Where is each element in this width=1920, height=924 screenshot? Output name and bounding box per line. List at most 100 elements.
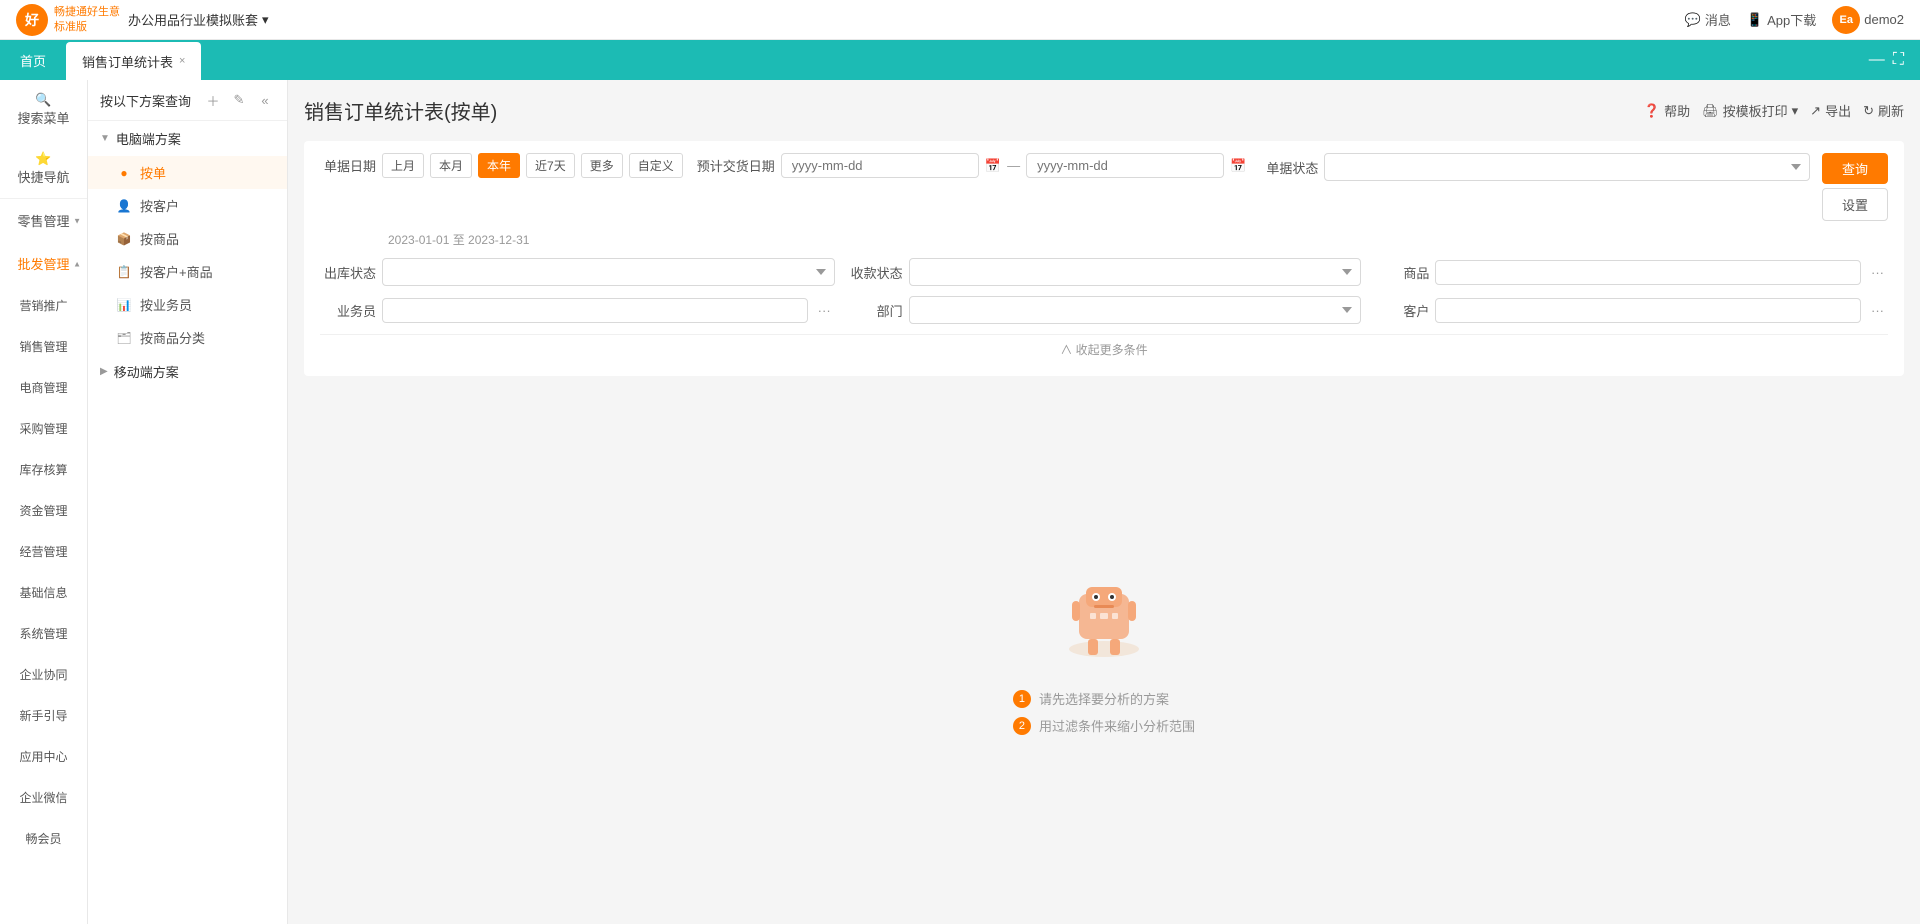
out-status-select[interactable]: [382, 258, 835, 286]
mobile-scheme-label: 移动端方案: [114, 362, 179, 381]
sidebar-item-member[interactable]: 畅会员: [0, 818, 87, 859]
date-picker-icon-1[interactable]: 📅: [985, 158, 1001, 174]
salesman-more-btn[interactable]: ···: [814, 301, 835, 320]
expected-date-label: 预计交货日期: [695, 156, 775, 175]
scheme-item-by-category[interactable]: 🗂 按商品分类: [88, 321, 287, 354]
date-range-display: 2023-01-01 至 2023-12-31: [320, 231, 1888, 248]
tab-maximize-icon[interactable]: ⛶: [1893, 51, 1904, 69]
print-btn[interactable]: 🖨 按模板打印 ▾: [1702, 101, 1798, 120]
sidebar-item-wechat[interactable]: 企业微信: [0, 777, 87, 818]
tab-bar: 首页 销售订单统计表 × — ⛶: [0, 40, 1920, 80]
sidebar-item-retail[interactable]: 零售管理: [0, 199, 87, 242]
step-num-1: 1: [1013, 690, 1031, 708]
dept-label: 部门: [847, 301, 903, 320]
date-dash: —: [1007, 158, 1020, 173]
scheme-item-label: 按商品: [140, 229, 179, 248]
doc-status-group: 单据状态: [1258, 153, 1810, 181]
custom-btn[interactable]: 自定义: [629, 153, 683, 178]
empty-step-2: 2 用过滤条件来缩小分析范围: [1013, 716, 1195, 735]
last-7-days-btn[interactable]: 近7天: [526, 153, 575, 178]
sidebar-item-newbie[interactable]: 新手引导: [0, 695, 87, 736]
expected-date-from[interactable]: [781, 153, 979, 178]
sidebar-item-basic-info[interactable]: 基础信息: [0, 572, 87, 613]
sidebar-item-purchase[interactable]: 采购管理: [0, 408, 87, 449]
by-customer-icon: 👤: [116, 198, 132, 214]
sidebar-item-operations[interactable]: 经营管理: [0, 531, 87, 572]
top-bar: 好 畅捷通好生意 标准版 办公用品行业模拟账套 ▾ 💬 消息 📱 App下载 E…: [0, 0, 1920, 40]
sidebar-item-marketing[interactable]: 营销推广: [0, 285, 87, 326]
left-panel: 按以下方案查询 ＋ ✎ « ▼ 电脑端方案: [88, 80, 288, 924]
sidebar-item-appstore[interactable]: 应用中心: [0, 736, 87, 777]
print-icon: 🖨: [1702, 103, 1719, 119]
app-title: 办公用品行业模拟账套: [128, 10, 258, 29]
scheme-item-by-goods[interactable]: 📦 按商品: [88, 222, 287, 255]
sidebar-item-enterprise[interactable]: 企业协同: [0, 654, 87, 695]
sidebar-item-wholesale[interactable]: 批发管理: [0, 242, 87, 285]
collapse-bar[interactable]: ∧ 收起更多条件: [320, 334, 1888, 364]
goods-more-btn[interactable]: ···: [1867, 263, 1888, 282]
sidebar-item-shortcuts[interactable]: ⭐ 快捷导航: [0, 139, 87, 198]
date-range-text: 2023-01-01 至 2023-12-31: [388, 233, 529, 247]
mobile-scheme-header[interactable]: ▶ 移动端方案: [88, 354, 287, 389]
app-title-dropdown[interactable]: 办公用品行业模拟账套 ▾: [128, 10, 269, 29]
date-picker-icon-2[interactable]: 📅: [1230, 158, 1246, 174]
left-panel-icons: ＋ ✎ «: [203, 90, 275, 110]
sidebar-item-ecommerce[interactable]: 电商管理: [0, 367, 87, 408]
salesman-input[interactable]: [382, 298, 808, 323]
scheme-item-label: 按单: [140, 163, 166, 182]
home-tab[interactable]: 首页: [0, 40, 66, 80]
main-panel: 销售订单统计表(按单) ❓ 帮助 🖨 按模板打印 ▾ ↗ 导出: [288, 80, 1920, 924]
refresh-btn[interactable]: ↻ 刷新: [1863, 101, 1904, 120]
more-btn[interactable]: 更多: [581, 153, 623, 178]
filter-area: 单据日期 上月 本月 本年 近7天 更多 自定义 预计交货日期 📅 —: [304, 141, 1904, 376]
step-num-2: 2: [1013, 717, 1031, 735]
goods-input[interactable]: [1435, 260, 1861, 285]
sales-order-tab[interactable]: 销售订单统计表 ×: [66, 42, 201, 80]
scheme-item-by-customer[interactable]: 👤 按客户: [88, 189, 287, 222]
scheme-item-by-customer-goods[interactable]: 📋 按客户+商品: [88, 255, 287, 288]
app-download-btn[interactable]: 📱 App下载: [1747, 10, 1816, 29]
sidebar-item-finance[interactable]: 资金管理: [0, 490, 87, 531]
this-year-btn[interactable]: 本年: [478, 153, 520, 178]
dept-select[interactable]: [909, 296, 1362, 324]
customer-input[interactable]: [1435, 298, 1861, 323]
dropdown-chevron-icon: ▾: [262, 12, 269, 28]
tab-minimize-icon[interactable]: —: [1869, 51, 1885, 69]
collapse-panel-btn[interactable]: «: [255, 90, 275, 110]
receipt-status-select[interactable]: [909, 258, 1362, 286]
message-icon: 💬: [1685, 12, 1701, 28]
last-month-btn[interactable]: 上月: [382, 153, 424, 178]
page-title-row: 销售订单统计表(按单) ❓ 帮助 🖨 按模板打印 ▾ ↗ 导出: [304, 96, 1904, 125]
mobile-group-arrow-icon: ▶: [100, 366, 108, 377]
scheme-item-by-salesman[interactable]: 📊 按业务员: [88, 288, 287, 321]
logo-icon: 好: [16, 4, 48, 36]
doc-status-select[interactable]: [1324, 153, 1810, 181]
logo-area: 好 畅捷通好生意 标准版: [16, 4, 120, 36]
customer-more-btn[interactable]: ···: [1867, 301, 1888, 320]
export-btn[interactable]: ↗ 导出: [1810, 101, 1851, 120]
receipt-status-label: 收款状态: [847, 263, 903, 282]
expected-date-to[interactable]: [1026, 153, 1224, 178]
sidebar-item-sales[interactable]: 销售管理: [0, 326, 87, 367]
expected-date-group: 预计交货日期 📅 — 📅: [695, 153, 1247, 178]
add-scheme-btn[interactable]: ＋: [203, 90, 223, 110]
message-btn[interactable]: 💬 消息: [1685, 10, 1731, 29]
query-btn[interactable]: 查询: [1822, 153, 1888, 184]
sidebar-item-search[interactable]: 🔍 搜索菜单: [0, 80, 87, 139]
top-bar-left: 好 畅捷通好生意 标准版 办公用品行业模拟账套 ▾: [16, 4, 269, 36]
edit-scheme-btn[interactable]: ✎: [229, 90, 249, 110]
collapse-icon: ∧: [1060, 343, 1072, 357]
query-set-group: 查询 设置: [1822, 153, 1888, 221]
this-month-btn[interactable]: 本月: [430, 153, 472, 178]
pc-scheme-header[interactable]: ▼ 电脑端方案: [88, 121, 287, 156]
settings-btn[interactable]: 设置: [1822, 188, 1888, 221]
mobile-scheme-group: ▶ 移动端方案: [88, 354, 287, 389]
sidebar-item-system[interactable]: 系统管理: [0, 613, 87, 654]
tab-close-icon[interactable]: ×: [179, 55, 185, 67]
help-btn[interactable]: ❓ 帮助: [1644, 101, 1690, 120]
sidebar: 🔍 搜索菜单 ⭐ 快捷导航 零售管理 批发管理 营销推广 销售管理 电商管理 采…: [0, 80, 88, 924]
filter-row-3: 业务员 ··· 部门 客户 ···: [320, 296, 1888, 324]
sidebar-item-inventory[interactable]: 库存核算: [0, 449, 87, 490]
user-profile[interactable]: Ea demo2: [1832, 6, 1904, 34]
scheme-item-by-order[interactable]: ● 按单: [88, 156, 287, 189]
